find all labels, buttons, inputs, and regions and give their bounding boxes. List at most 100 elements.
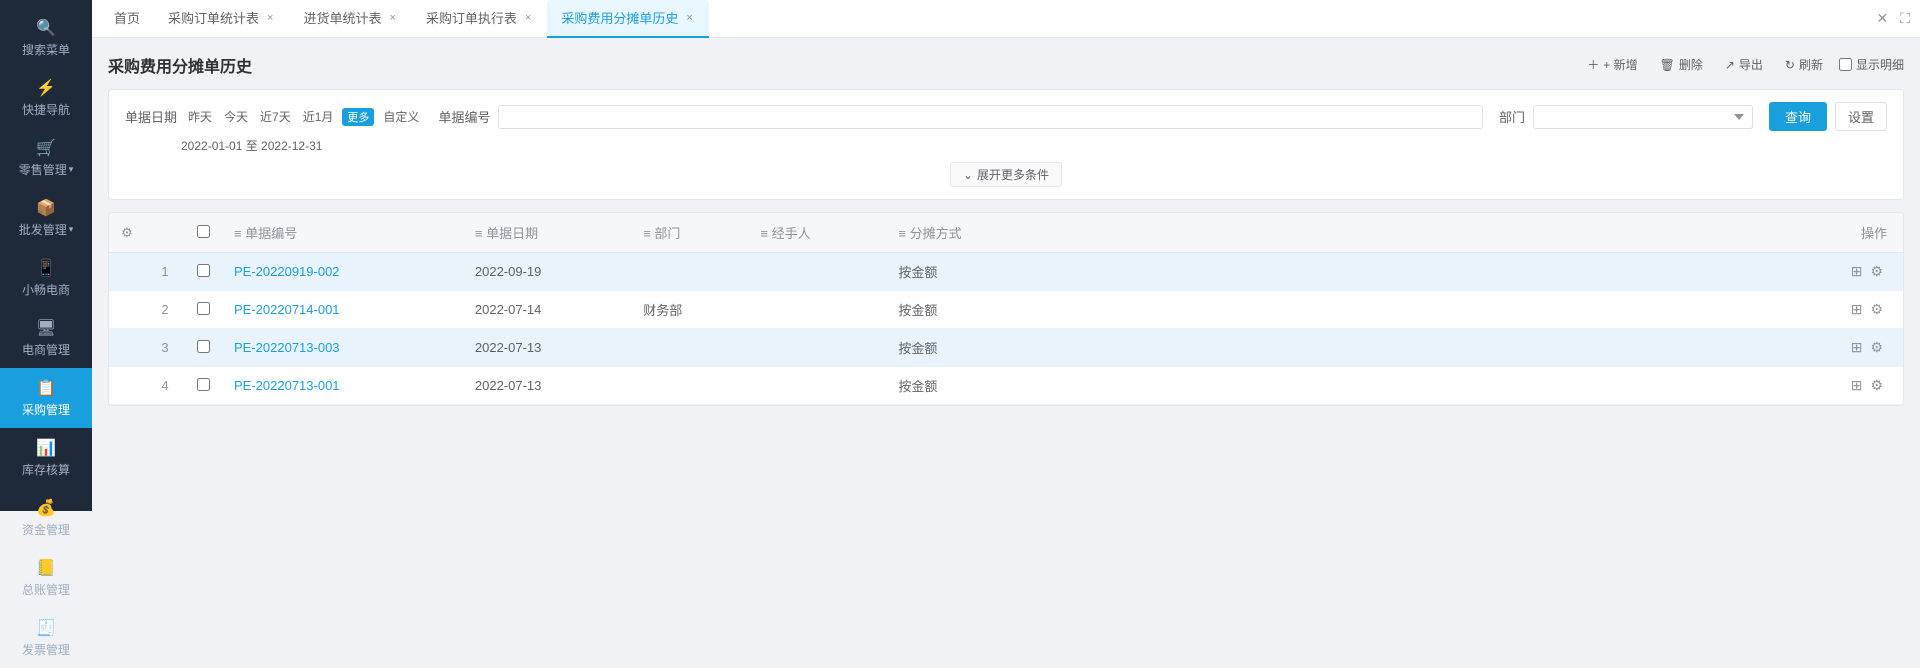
sidebar: 🔍 搜索菜单 ⚡ 快捷导航 🛒 零售管理 ▾ 📦 批发管理 ▾ [0, 0, 92, 511]
maximize-window-btn[interactable]: ⛶ [1898, 8, 1912, 29]
delete-button[interactable]: 🗑 删除 [1654, 52, 1709, 77]
sidebar-item-purchase[interactable]: 📋 采购管理 [0, 368, 92, 428]
row-date: 2022-07-14 [463, 291, 631, 329]
row-date: 2022-09-19 [463, 253, 631, 291]
close-window-btn[interactable]: ✕ [1874, 8, 1890, 29]
tab-close-icon[interactable]: × [265, 11, 275, 25]
row-gear [109, 291, 145, 329]
tab-label: 首页 [114, 8, 140, 27]
chevron-icon: ▾ [69, 224, 74, 235]
refresh-button[interactable]: ↻ 刷新 [1779, 52, 1829, 77]
row-operations: ⊞ ⚙ [1783, 291, 1903, 329]
gear-icon[interactable]: ⚙ [121, 225, 133, 240]
col-operator: ≡ 经手人 [748, 213, 886, 253]
search-icon: 🔍 [36, 18, 56, 38]
table-row: 1 PE-20220919-002 2022-09-19 按金额 ⊞ ⚙ [109, 253, 1903, 291]
order-no-link[interactable]: PE-20220919-002 [234, 264, 340, 279]
row-select-checkbox[interactable] [197, 264, 210, 277]
row-num: 2 [145, 291, 185, 329]
table-header: ⚙ ≡ 单据编号 ≡ 单据日期 ≡ 部门 [109, 213, 1903, 253]
col-split-method: ≡ 分摊方式 [886, 213, 1783, 253]
last1month-btn[interactable]: 近1月 [300, 107, 337, 126]
order-no-link[interactable]: PE-20220713-003 [234, 340, 340, 355]
row-select-checkbox[interactable] [197, 302, 210, 315]
row-select-checkbox[interactable] [197, 340, 210, 353]
dept-filter: 部门 [1499, 105, 1753, 129]
order-no-filter: 单据编号 [438, 105, 1483, 129]
search-button[interactable]: 查询 [1769, 102, 1827, 131]
tab-close-icon[interactable]: × [684, 11, 694, 25]
sidebar-item-quick-nav[interactable]: ⚡ 快捷导航 [0, 68, 92, 128]
sidebar-item-label: 库存核算 [22, 461, 70, 478]
op-view-icon[interactable]: ⊞ [1851, 301, 1863, 318]
op-more-icon[interactable]: ⚙ [1870, 263, 1883, 280]
show-cols-checkbox[interactable]: 显示明细 [1839, 56, 1904, 73]
sidebar-item-mini[interactable]: 📱 小畅电商 [0, 248, 92, 308]
row-gear [109, 329, 145, 367]
row-dept [631, 367, 748, 405]
filter-settings-button[interactable]: 设置 [1835, 102, 1887, 131]
sidebar-item-label: 电商管理 [22, 341, 70, 358]
inventory-icon: 📊 [36, 438, 56, 458]
date-range-display: 2022-01-01 至 2022-12-31 [125, 137, 1887, 154]
sidebar-item-ecommerce[interactable]: 🖥 电商管理 [0, 308, 92, 368]
order-no-link[interactable]: PE-20220714-001 [234, 302, 340, 317]
custom-btn[interactable]: 自定义 [380, 107, 422, 126]
sidebar-item-ledger[interactable]: 📒 总账管理 [0, 548, 92, 608]
show-cols-input[interactable] [1839, 58, 1852, 71]
sidebar-item-invoice[interactable]: 🧾 发票管理 [0, 608, 92, 668]
export-button[interactable]: ↗ 导出 [1719, 52, 1769, 77]
yesterday-btn[interactable]: 昨天 [185, 107, 215, 126]
tab-home[interactable]: 首页 [100, 0, 154, 38]
row-select-checkbox[interactable] [197, 378, 210, 391]
op-more-icon[interactable]: ⚙ [1870, 301, 1883, 318]
op-more-icon[interactable]: ⚙ [1870, 377, 1883, 394]
row-checkbox [185, 367, 222, 405]
sidebar-item-finance[interactable]: 💰 资金管理 [0, 488, 92, 548]
row-dept [631, 329, 748, 367]
col-order-no: ≡ 单据编号 [222, 213, 463, 253]
page-header: 采购费用分摊单历史 ＋ + 新增 🗑 删除 ↗ 导出 ↻ 刷新 [108, 52, 1904, 77]
op-view-icon[interactable]: ⊞ [1851, 263, 1863, 280]
sidebar-item-search[interactable]: 🔍 搜索菜单 [0, 8, 92, 68]
op-view-icon[interactable]: ⊞ [1851, 377, 1863, 394]
content-area: 采购费用分摊单历史 ＋ + 新增 🗑 删除 ↗ 导出 ↻ 刷新 [92, 38, 1920, 511]
dept-select[interactable] [1533, 105, 1753, 129]
purchase-icon: 📋 [36, 378, 56, 398]
order-no-input[interactable] [498, 105, 1483, 129]
add-button[interactable]: ＋ + 新增 [1581, 52, 1643, 77]
tab-label: 采购费用分摊单历史 [561, 8, 678, 27]
order-no-link[interactable]: PE-20220713-001 [234, 378, 340, 393]
op-view-icon[interactable]: ⊞ [1851, 339, 1863, 356]
date-filter: 单据日期 昨天 今天 近7天 近1月 更多 自定义 [125, 107, 422, 126]
tab-label: 进货单统计表 [303, 8, 381, 27]
add-icon: ＋ [1587, 56, 1599, 73]
tab-purchase-cost-history[interactable]: 采购费用分摊单历史 × [547, 0, 708, 38]
today-btn[interactable]: 今天 [221, 107, 251, 126]
tab-goods-in-summary[interactable]: 进货单统计表 × [289, 0, 411, 38]
select-all-checkbox[interactable] [197, 225, 210, 238]
row-date: 2022-07-13 [463, 329, 631, 367]
chevron-down-icon: ⌄ [963, 168, 973, 182]
table-row: 4 PE-20220713-001 2022-07-13 按金额 ⊞ ⚙ [109, 367, 1903, 405]
sidebar-item-label: 快捷导航 [22, 101, 70, 118]
filter-area: 单据日期 昨天 今天 近7天 近1月 更多 自定义 单据编号 [108, 89, 1904, 200]
sidebar-item-label: 总账管理 [22, 581, 70, 598]
expand-more-btn[interactable]: ⌄ 展开更多条件 [950, 162, 1062, 187]
tab-purchase-order-exec[interactable]: 采购订单执行表× [412, 0, 547, 38]
op-more-icon[interactable]: ⚙ [1870, 339, 1883, 356]
tab-close-icon[interactable]: × [387, 11, 397, 25]
more-btn[interactable]: 更多 [342, 108, 374, 126]
sidebar-item-wholesale[interactable]: 📦 批发管理 ▾ [0, 188, 92, 248]
table-row: 2 PE-20220714-001 2022-07-14 财务部 按金额 ⊞ ⚙ [109, 291, 1903, 329]
header-actions: ＋ + 新增 🗑 删除 ↗ 导出 ↻ 刷新 显示明细 [1581, 52, 1904, 77]
sidebar-item-retail[interactable]: 🛒 零售管理 ▾ [0, 128, 92, 188]
sidebar-item-inventory[interactable]: 📊 库存核算 [0, 428, 92, 488]
last7days-btn[interactable]: 近7天 [257, 107, 294, 126]
sidebar-item-label: 小畅电商 [22, 281, 70, 298]
tab-close-icon[interactable]: × [523, 11, 533, 25]
data-table: ⚙ ≡ 单据编号 ≡ 单据日期 ≡ 部门 [109, 213, 1903, 405]
tab-purchase-order-summary[interactable]: 采购订单统计表× [154, 0, 289, 38]
finance-icon: 💰 [36, 498, 56, 518]
row-order-no: PE-20220919-002 [222, 253, 463, 291]
